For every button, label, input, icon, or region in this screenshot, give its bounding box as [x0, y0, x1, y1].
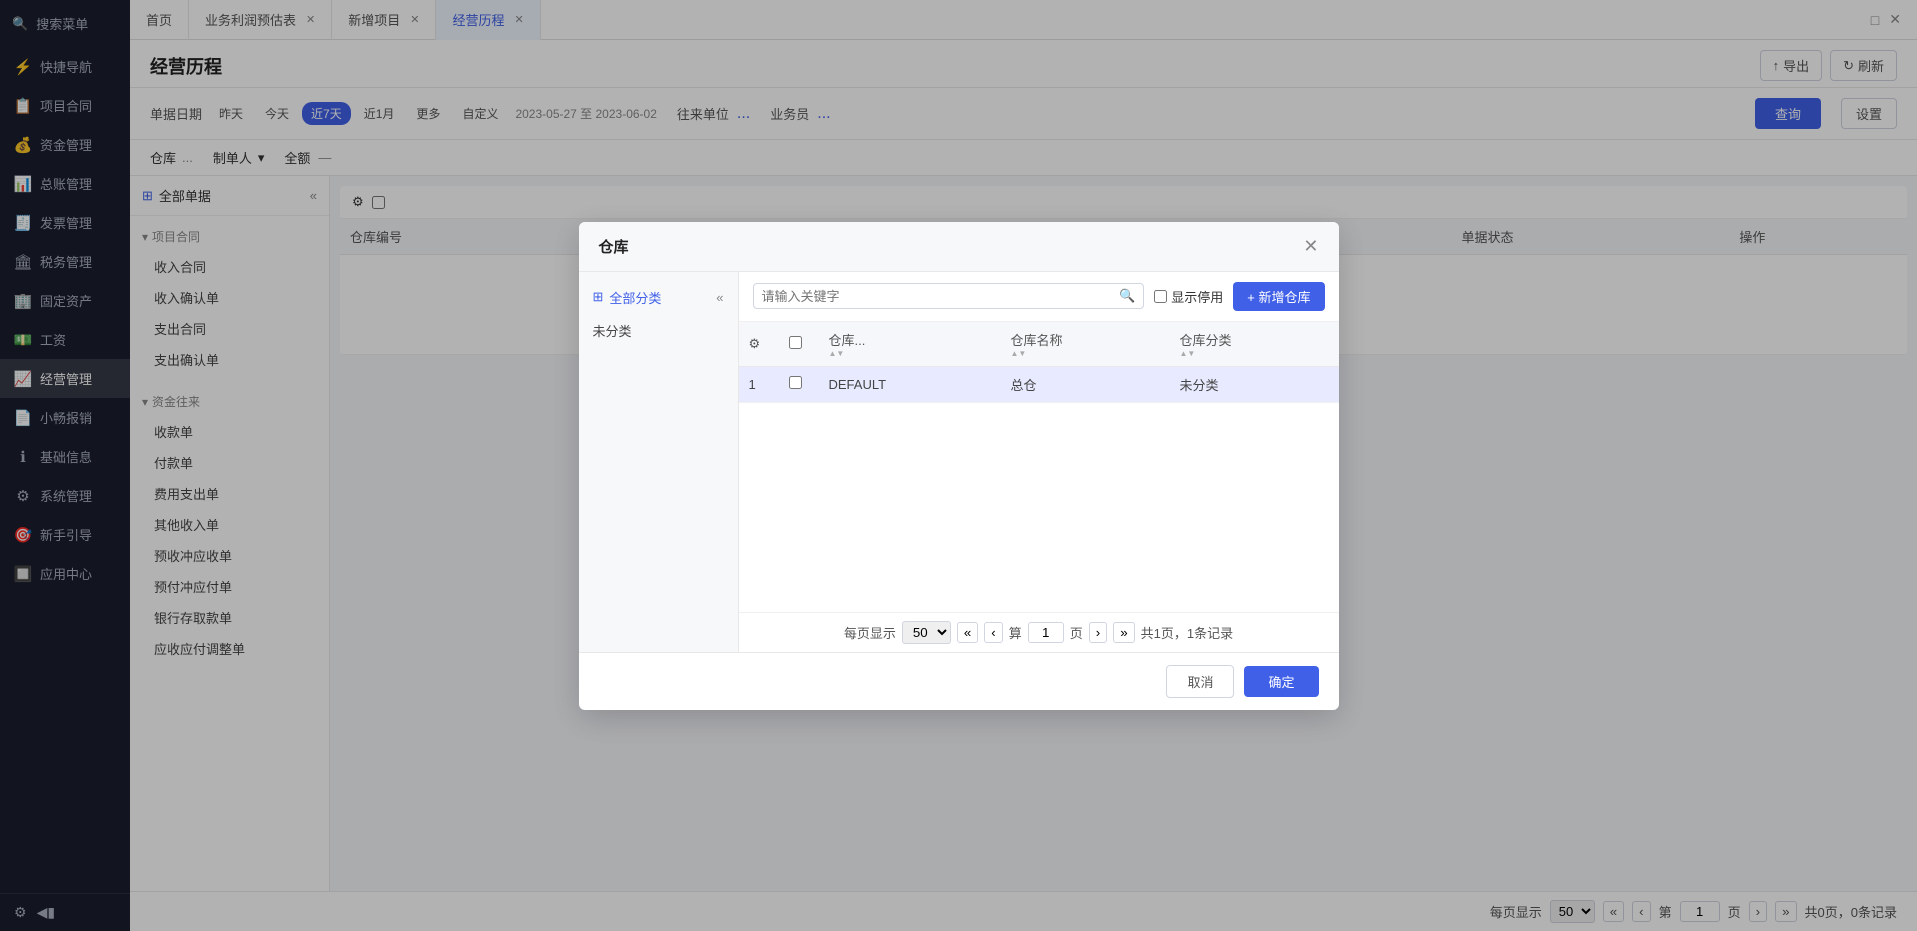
- dialog-page-input[interactable]: [1028, 622, 1064, 643]
- dialog-all-categories-label: 全部分类: [609, 288, 661, 307]
- cancel-button[interactable]: 取消: [1166, 665, 1234, 698]
- dialog-col-category-label: 仓库分类: [1179, 330, 1231, 349]
- dialog-prev-btn[interactable]: ‹: [984, 622, 1002, 643]
- dialog-collapse-icon[interactable]: «: [716, 290, 723, 305]
- show-disabled-label: 显示停用: [1154, 287, 1223, 306]
- dialog-search-box[interactable]: 🔍: [753, 283, 1145, 309]
- row-category: 未分类: [1169, 366, 1338, 402]
- dialog-left-panel: ⊞ 全部分类 « 未分类: [579, 272, 739, 652]
- dialog-pagination: 每页显示 50 « ‹ 算 页 › » 共1页，1条记录: [739, 612, 1339, 652]
- dialog-table: ⚙ 仓库... ▲▼ 仓库名称 ▲▼: [739, 322, 1339, 403]
- dialog-total: 共1页，1条记录: [1141, 623, 1233, 642]
- dialog-table-wrap: ⚙ 仓库... ▲▼ 仓库名称 ▲▼: [739, 322, 1339, 612]
- dialog-last-btn[interactable]: »: [1113, 622, 1134, 643]
- dialog-first-btn[interactable]: «: [957, 622, 978, 643]
- row-checkbox-cell[interactable]: [779, 366, 819, 402]
- dialog-page-suffix: 页: [1070, 623, 1083, 642]
- dialog-select-all[interactable]: [789, 336, 802, 349]
- col-select-all[interactable]: [779, 322, 819, 367]
- show-disabled-text: 显示停用: [1171, 287, 1223, 306]
- dialog-left-header: ⊞ 全部分类 «: [579, 282, 738, 313]
- col-dialog-name[interactable]: 仓库名称 ▲▼: [1001, 322, 1170, 367]
- dialog-per-page-select[interactable]: 50: [902, 621, 951, 644]
- dialog-col-name-label: 仓库名称: [1011, 330, 1063, 349]
- dialog-footer: 取消 确定: [579, 652, 1339, 710]
- sort-arrows-name: ▲▼: [1011, 349, 1160, 358]
- col-dialog-code[interactable]: 仓库... ▲▼: [819, 322, 1001, 367]
- add-warehouse-button[interactable]: + 新增仓库: [1233, 282, 1324, 311]
- dialog-close-button[interactable]: ✕: [1303, 236, 1318, 257]
- dialog-body: ⊞ 全部分类 « 未分类 🔍 显示停用: [579, 272, 1339, 652]
- row-index: 1: [739, 366, 779, 402]
- dialog-right-panel: 🔍 显示停用 + 新增仓库 ⚙: [739, 272, 1339, 652]
- dialog-grid-icon: ⊞: [593, 289, 604, 305]
- dialog-toolbar: 🔍 显示停用 + 新增仓库: [739, 272, 1339, 322]
- dialog-header: 仓库 ✕: [579, 222, 1339, 272]
- dialog-search-icon: 🔍: [1119, 288, 1135, 304]
- dialog-col-code-label: 仓库...: [829, 330, 866, 349]
- row-checkbox[interactable]: [789, 376, 802, 389]
- sort-arrows-code: ▲▼: [829, 349, 991, 358]
- dialog-table-row[interactable]: 1 DEFAULT 总仓 未分类: [739, 366, 1339, 402]
- warehouse-dialog: 仓库 ✕ ⊞ 全部分类 « 未分类 🔍: [579, 222, 1339, 710]
- dialog-next-btn[interactable]: ›: [1089, 622, 1107, 643]
- dialog-search-input[interactable]: [762, 289, 1114, 304]
- col-dialog-category[interactable]: 仓库分类 ▲▼: [1169, 322, 1338, 367]
- dialog-title: 仓库: [599, 236, 629, 257]
- overlay[interactable]: 仓库 ✕ ⊞ 全部分类 « 未分类 🔍: [0, 0, 1917, 931]
- col-settings[interactable]: ⚙: [739, 322, 779, 367]
- confirm-button[interactable]: 确定: [1244, 666, 1318, 697]
- dialog-page-label: 算: [1009, 623, 1022, 642]
- dialog-per-page-label: 每页显示: [844, 623, 896, 642]
- sort-arrows-category: ▲▼: [1179, 349, 1328, 358]
- dialog-table-header: ⚙ 仓库... ▲▼ 仓库名称 ▲▼: [739, 322, 1339, 367]
- show-disabled-checkbox[interactable]: [1154, 290, 1167, 303]
- dialog-uncategorized-item[interactable]: 未分类: [579, 313, 738, 348]
- row-name: 总仓: [1001, 366, 1170, 402]
- row-code: DEFAULT: [819, 366, 1001, 402]
